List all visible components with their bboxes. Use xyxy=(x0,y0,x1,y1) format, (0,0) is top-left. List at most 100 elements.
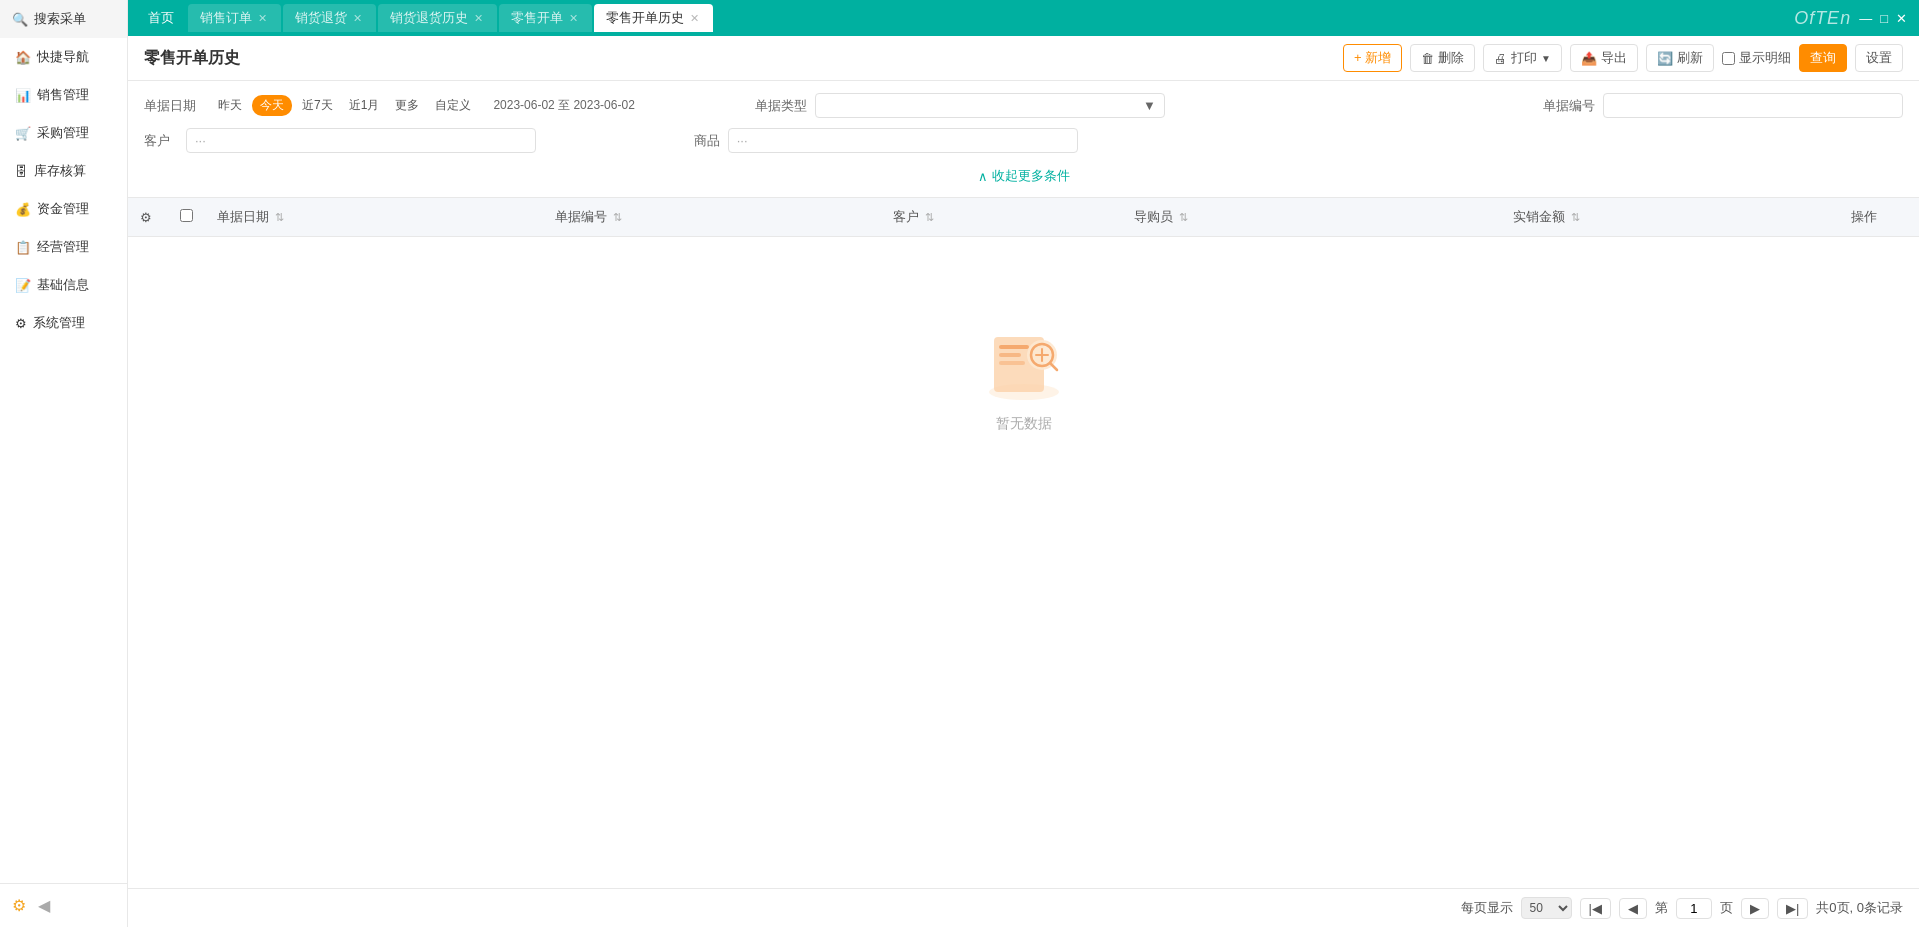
svg-rect-4 xyxy=(999,361,1025,365)
date-btn-7days[interactable]: 近7天 xyxy=(296,95,339,116)
th-number[interactable]: 单据编号 ⇅ xyxy=(543,198,881,237)
date-btn-more[interactable]: 更多 xyxy=(389,95,425,116)
collapse-sidebar-icon[interactable]: ◀ xyxy=(38,896,50,915)
per-page-label: 每页显示 xyxy=(1461,899,1513,917)
sidebar-item-purchase-mgmt[interactable]: 🛒 采购管理 xyxy=(0,114,127,152)
sidebar-item-label: 系统管理 xyxy=(33,314,85,332)
th-amount[interactable]: 实销金额 ⇅ xyxy=(1501,198,1839,237)
tab-retail-open-history-close[interactable]: ✕ xyxy=(688,12,701,25)
print-dropdown-icon: ▼ xyxy=(1541,53,1551,64)
add-button[interactable]: + 新增 xyxy=(1343,44,1402,72)
tab-bar-right: OfTEn — □ ✕ xyxy=(1794,8,1911,29)
tab-sales-return-close[interactable]: ✕ xyxy=(351,12,364,25)
export-label: 导出 xyxy=(1601,49,1627,67)
tab-home-label: 首页 xyxy=(148,9,174,27)
th-number-label: 单据编号 xyxy=(555,209,607,224)
inventory-calc-icon: 🗄 xyxy=(15,164,28,179)
sidebar-item-label: 经营管理 xyxy=(37,238,89,256)
tab-sales-return-history-close[interactable]: ✕ xyxy=(472,12,485,25)
operation-mgmt-icon: 📋 xyxy=(15,240,31,255)
sidebar-item-operation-mgmt[interactable]: 📋 经营管理 xyxy=(0,228,127,266)
sidebar-search-label: 搜索采单 xyxy=(34,10,86,28)
collapse-filter-label: 收起更多条件 xyxy=(992,167,1070,185)
amount-sort-icon: ⇅ xyxy=(1571,211,1580,223)
sidebar-item-basic-info[interactable]: 📝 基础信息 xyxy=(0,266,127,304)
tab-retail-open-history[interactable]: 零售开单历史 ✕ xyxy=(594,4,713,32)
page-label: 第 xyxy=(1655,899,1668,917)
th-checkbox[interactable] xyxy=(168,198,205,237)
tab-retail-open-close[interactable]: ✕ xyxy=(567,12,580,25)
collapse-filter-btn[interactable]: ∧ 收起更多条件 xyxy=(978,167,1070,185)
type-filter-section: 单据类型 ▼ xyxy=(651,93,1269,118)
sidebar-item-inventory-calc[interactable]: 🗄 库存核算 xyxy=(0,152,127,190)
delete-button[interactable]: 🗑 删除 xyxy=(1410,44,1475,72)
customer-dots: ··· xyxy=(195,133,206,148)
refresh-label: 刷新 xyxy=(1677,49,1703,67)
number-sort-icon: ⇅ xyxy=(613,211,622,223)
number-filter-input[interactable] xyxy=(1603,93,1903,118)
refresh-button[interactable]: 🔄 刷新 xyxy=(1646,44,1714,72)
date-range-value: 2023-06-02 至 2023-06-02 xyxy=(493,97,634,114)
empty-state-row: 暂无数据 xyxy=(128,237,1919,514)
date-btn-custom[interactable]: 自定义 xyxy=(429,95,477,116)
date-btn-yesterday[interactable]: 昨天 xyxy=(212,95,248,116)
print-button[interactable]: 🖨 打印 ▼ xyxy=(1483,44,1562,72)
prev-page-btn[interactable]: ◀ xyxy=(1619,898,1647,919)
select-all-checkbox[interactable] xyxy=(180,209,193,222)
date-buttons: 昨天 今天 近7天 近1月 更多 自定义 xyxy=(212,95,477,116)
tab-retail-open[interactable]: 零售开单 ✕ xyxy=(499,4,592,32)
tab-sales-order-close[interactable]: ✕ xyxy=(256,12,269,25)
first-page-btn[interactable]: |◀ xyxy=(1580,898,1611,919)
goods-filter-section: 商品 ··· xyxy=(552,128,1220,153)
sidebar-item-system-mgmt[interactable]: ⚙ 系统管理 xyxy=(0,304,127,342)
sidebar-item-label: 资金管理 xyxy=(37,200,89,218)
page-input[interactable] xyxy=(1676,898,1712,919)
tab-sales-return[interactable]: 销货退货 ✕ xyxy=(283,4,376,32)
customer-filter-input[interactable]: ··· xyxy=(186,128,536,153)
sidebar: 🔍 搜索采单 🏠 快捷导航 📊 销售管理 🛒 采购管理 🗄 库存核算 💰 资金管… xyxy=(0,0,128,927)
th-salesperson[interactable]: 导购员 ⇅ xyxy=(1122,198,1412,237)
table-area: ⚙ 单据日期 ⇅ 单据编号 ⇅ 客户 ⇅ xyxy=(128,198,1919,888)
date-btn-today[interactable]: 今天 xyxy=(252,95,292,116)
pagination-bar: 每页显示 50 10 20 100 |◀ ◀ 第 页 ▶ ▶| 共0页, 0条记… xyxy=(128,888,1919,927)
goods-filter-input[interactable]: ··· xyxy=(728,128,1078,153)
brand-text: OfTEn xyxy=(1794,8,1851,29)
window-close-btn[interactable]: ✕ xyxy=(1896,11,1907,26)
empty-text: 暂无数据 xyxy=(996,415,1052,433)
th-settings[interactable]: ⚙ xyxy=(128,198,168,237)
tab-sales-return-label: 销货退货 xyxy=(295,9,347,27)
tab-sales-return-history[interactable]: 销货退货历史 ✕ xyxy=(378,4,497,32)
sales-mgmt-icon: 📊 xyxy=(15,88,31,103)
window-minimize-btn[interactable]: — xyxy=(1859,11,1872,26)
goods-dots: ··· xyxy=(737,133,748,148)
th-date[interactable]: 单据日期 ⇅ xyxy=(205,198,543,237)
sidebar-item-quick-nav[interactable]: 🏠 快捷导航 xyxy=(0,38,127,76)
th-customer-label: 客户 xyxy=(893,209,919,224)
salesperson-sort-icon: ⇅ xyxy=(1179,211,1188,223)
sidebar-item-finance-mgmt[interactable]: 💰 资金管理 xyxy=(0,190,127,228)
tab-home[interactable]: 首页 xyxy=(136,4,186,32)
sidebar-item-label: 基础信息 xyxy=(37,276,89,294)
sidebar-item-sales-mgmt[interactable]: 📊 销售管理 xyxy=(0,76,127,114)
type-filter-select[interactable]: ▼ xyxy=(815,93,1165,118)
show-detail-checkbox-label[interactable]: 显示明细 xyxy=(1722,49,1791,67)
query-button[interactable]: 查询 xyxy=(1799,44,1847,72)
show-detail-checkbox[interactable] xyxy=(1722,52,1735,65)
th-customer[interactable]: 客户 ⇅ xyxy=(881,198,1122,237)
export-button[interactable]: 📤 导出 xyxy=(1570,44,1638,72)
customer-sort-icon: ⇅ xyxy=(925,211,934,223)
sidebar-search[interactable]: 🔍 搜索采单 xyxy=(0,0,127,38)
last-page-btn[interactable]: ▶| xyxy=(1777,898,1808,919)
settings-button[interactable]: 设置 xyxy=(1855,44,1903,72)
window-maximize-btn[interactable]: □ xyxy=(1880,11,1888,26)
date-btn-1month[interactable]: 近1月 xyxy=(343,95,386,116)
page-header: 零售开单历史 + 新增 🗑 删除 🖨 打印 ▼ 📤 导出 🔄 刷新 xyxy=(128,36,1919,81)
total-info: 共0页, 0条记录 xyxy=(1816,899,1903,917)
per-page-select[interactable]: 50 10 20 100 xyxy=(1521,897,1572,919)
settings-bottom-icon[interactable]: ⚙ xyxy=(12,896,26,915)
goods-filter-label: 商品 xyxy=(694,132,720,150)
page-suffix: 页 xyxy=(1720,899,1733,917)
sidebar-item-label: 采购管理 xyxy=(37,124,89,142)
tab-sales-order[interactable]: 销售订单 ✕ xyxy=(188,4,281,32)
next-page-btn[interactable]: ▶ xyxy=(1741,898,1769,919)
